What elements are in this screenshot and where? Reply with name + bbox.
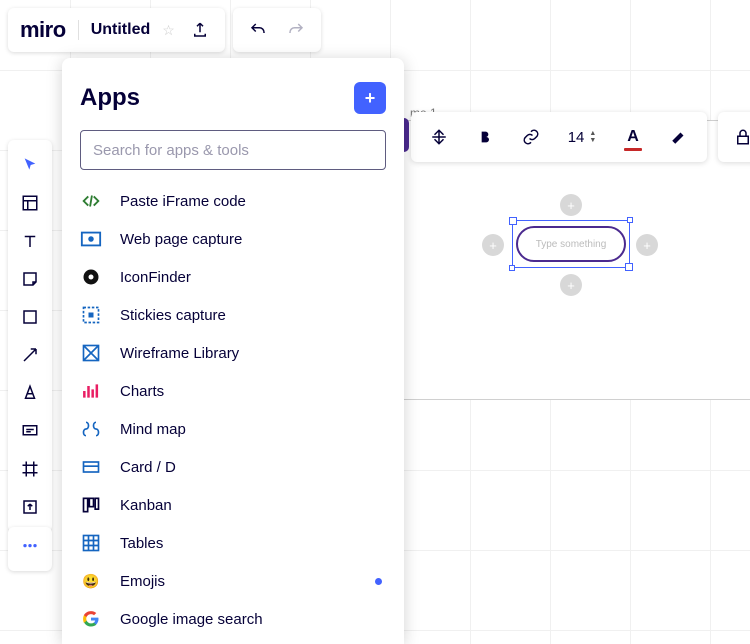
card-icon	[80, 456, 102, 478]
app-wireframe-library[interactable]: Wireframe Library	[80, 334, 386, 372]
align-center-icon	[430, 128, 448, 146]
mindmap-icon	[80, 418, 102, 440]
sticky-icon	[21, 270, 39, 288]
pen-tool[interactable]	[10, 374, 50, 412]
charts-icon	[80, 380, 102, 402]
tables-icon	[80, 532, 102, 554]
add-handle-right[interactable]: +	[636, 234, 658, 256]
camera-icon	[80, 228, 102, 250]
highlight-button[interactable]	[657, 117, 701, 157]
align-button[interactable]	[417, 117, 461, 157]
app-card[interactable]: Card / D	[80, 448, 386, 486]
apps-panel: Apps + Paste iFrame code Web page captur…	[62, 58, 404, 644]
link-icon	[522, 128, 540, 146]
app-emojis[interactable]: 😃Emojis	[80, 562, 386, 600]
bold-button[interactable]	[463, 117, 507, 157]
bold-icon	[477, 129, 493, 145]
square-icon	[21, 308, 39, 326]
apps-title: Apps	[80, 84, 140, 112]
google-icon	[80, 608, 102, 630]
comment-tool[interactable]	[10, 412, 50, 450]
font-size-control[interactable]: 14▲▼	[555, 117, 609, 157]
app-webpage-capture[interactable]: Web page capture	[80, 220, 386, 258]
apps-search-input[interactable]	[80, 130, 386, 170]
frame-icon	[21, 460, 39, 478]
topbar-history-group	[233, 8, 321, 52]
upload-tool[interactable]	[10, 488, 50, 526]
divider	[78, 20, 79, 40]
app-charts[interactable]: Charts	[80, 372, 386, 410]
stepper-icon: ▲▼	[589, 130, 596, 144]
frame-tool[interactable]	[10, 450, 50, 488]
app-paste-iframe[interactable]: Paste iFrame code	[80, 182, 386, 220]
link-button[interactable]	[509, 117, 553, 157]
lock-icon	[734, 128, 750, 146]
app-tables[interactable]: Tables	[80, 524, 386, 562]
sticky-tool[interactable]	[10, 260, 50, 298]
export-icon	[191, 21, 209, 39]
text-tool[interactable]	[10, 222, 50, 260]
more-tools-button[interactable]	[8, 527, 52, 571]
text-color-letter: A	[627, 128, 639, 146]
comment-icon	[21, 422, 39, 440]
app-mindmap[interactable]: Mind map	[80, 410, 386, 448]
app-kanban[interactable]: Kanban	[80, 486, 386, 524]
template-tool[interactable]	[10, 184, 50, 222]
star-icon[interactable]: ☆	[162, 22, 175, 39]
topbar-main-group: miro Untitled ☆	[8, 8, 225, 52]
upload-icon	[21, 498, 39, 516]
redo-button[interactable]	[283, 17, 309, 43]
layout-icon	[21, 194, 39, 212]
code-icon	[80, 190, 102, 212]
add-app-button[interactable]: +	[354, 82, 386, 114]
resize-handle[interactable]	[509, 265, 515, 271]
text-color-swatch	[624, 148, 642, 151]
cursor-icon	[22, 157, 38, 173]
arrow-tool[interactable]	[10, 336, 50, 374]
app-stickies-capture[interactable]: Stickies capture	[80, 296, 386, 334]
undo-button[interactable]	[245, 17, 271, 43]
more-dots-icon	[20, 539, 40, 559]
apps-header: Apps +	[80, 82, 386, 114]
shape-tool[interactable]	[10, 298, 50, 336]
resize-handle[interactable]	[627, 217, 633, 223]
add-handle-top[interactable]: +	[560, 194, 582, 216]
lock-button[interactable]	[718, 112, 750, 162]
context-toolbar: 14▲▼ A	[411, 112, 707, 162]
text-icon	[21, 232, 39, 250]
notification-dot	[375, 578, 382, 585]
app-iconfinder[interactable]: IconFinder	[80, 258, 386, 296]
arrow-icon	[21, 346, 39, 364]
rounded-shape[interactable]: Type something	[516, 226, 626, 262]
add-handle-left[interactable]: +	[482, 234, 504, 256]
board-title[interactable]: Untitled	[91, 21, 151, 39]
export-button[interactable]	[187, 17, 213, 43]
topbar: miro Untitled ☆	[8, 8, 321, 52]
marker-icon	[670, 128, 688, 146]
shape-placeholder[interactable]: Type something	[536, 239, 607, 250]
kanban-icon	[80, 494, 102, 516]
left-toolbar	[8, 140, 52, 532]
apps-list: Paste iFrame code Web page capture IconF…	[80, 182, 386, 638]
emoji-icon: 😃	[80, 570, 102, 592]
text-color-button[interactable]: A	[611, 117, 655, 157]
stickies-icon	[80, 304, 102, 326]
app-google-image-search[interactable]: Google image search	[80, 600, 386, 638]
select-tool[interactable]	[10, 146, 50, 184]
add-handle-bottom[interactable]: +	[560, 274, 582, 296]
undo-icon	[249, 21, 267, 39]
wireframe-icon	[80, 342, 102, 364]
pen-icon	[21, 384, 39, 402]
redo-icon	[287, 21, 305, 39]
iconfinder-icon	[80, 266, 102, 288]
miro-logo[interactable]: miro	[20, 17, 66, 43]
